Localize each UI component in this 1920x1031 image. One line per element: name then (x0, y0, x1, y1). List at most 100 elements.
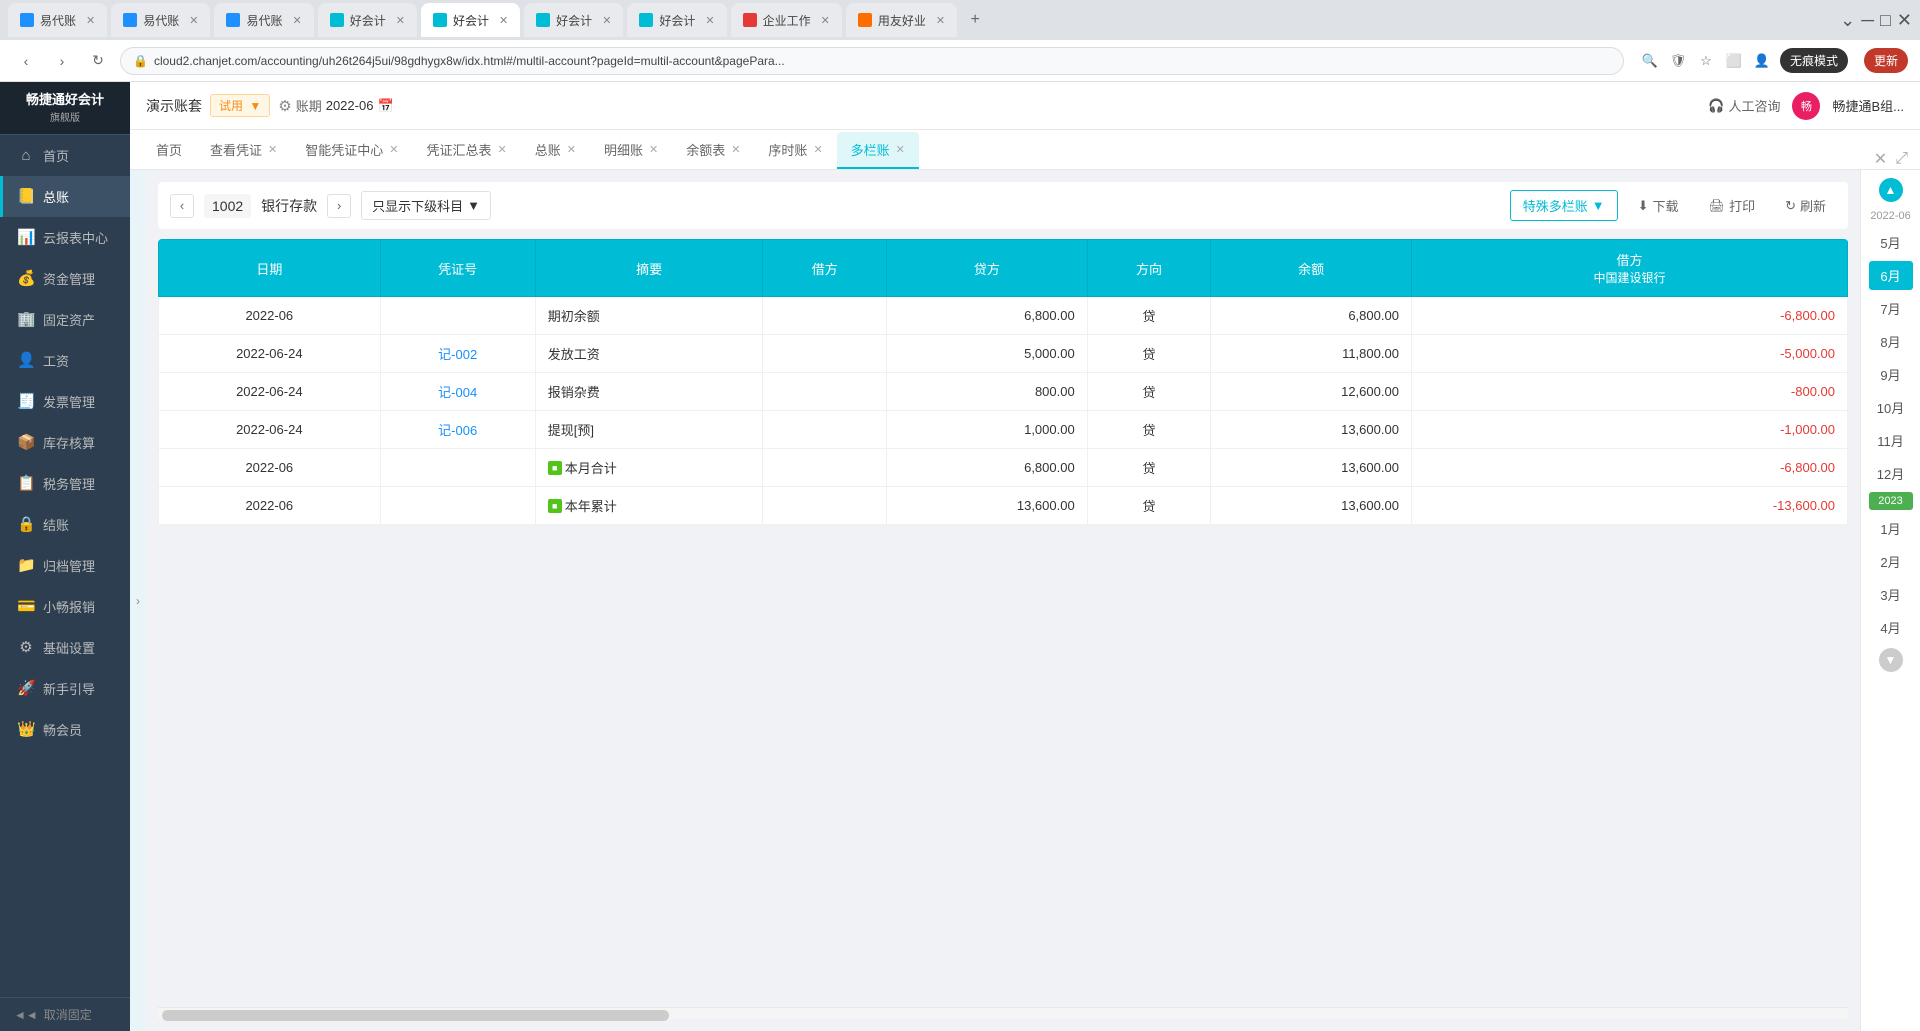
tab-voucher-close[interactable]: ✕ (268, 143, 277, 156)
tab-close-7[interactable]: ✕ (705, 14, 714, 27)
tab-summary-close[interactable]: ✕ (498, 143, 507, 156)
tab-general-close[interactable]: ✕ (567, 143, 576, 156)
sidebar-item-reports[interactable]: 📊 云报表中心 (0, 217, 130, 258)
sidebar-item-assets[interactable]: 🏢 固定资产 (0, 299, 130, 340)
month-feb-2023[interactable]: 2月 (1869, 547, 1913, 576)
month-july[interactable]: 7月 (1869, 294, 1913, 323)
month-august[interactable]: 8月 (1869, 327, 1913, 356)
browser-tab-2[interactable]: 易代账 ✕ (111, 3, 210, 37)
sidebar-item-ledger[interactable]: 📒 总账 (0, 176, 130, 217)
refresh-button[interactable]: ↻ 刷新 (1775, 191, 1836, 220)
shield-icon[interactable]: 🛡 (1668, 51, 1688, 71)
browser-tab-6[interactable]: 好会计 ✕ (524, 3, 623, 37)
sidebar-item-inventory[interactable]: 📦 库存核算 (0, 422, 130, 463)
search-icon[interactable]: 🔍 (1640, 51, 1660, 71)
tab-balance-close[interactable]: ✕ (731, 143, 740, 156)
tab-detail[interactable]: 明细账 ✕ (590, 132, 672, 169)
month-october[interactable]: 10月 (1869, 393, 1913, 422)
maximize-button[interactable]: □ (1880, 10, 1891, 31)
tab-close-9[interactable]: ✕ (936, 14, 945, 27)
collapse-tabs-icon[interactable]: ✕ (1874, 149, 1887, 169)
tab-voucher[interactable]: 查看凭证 ✕ (196, 132, 291, 169)
minimize-button[interactable]: ─ (1861, 10, 1874, 31)
tab-summary[interactable]: 凭证汇总表 ✕ (412, 132, 520, 169)
unpin-button[interactable]: ◄◄ 取消固定 (0, 997, 130, 1031)
calendar-down-button[interactable]: ▼ (1879, 648, 1903, 672)
tab-journal[interactable]: 序时账 ✕ (754, 132, 836, 169)
tab-home[interactable]: 首页 (142, 132, 196, 169)
cell-voucher[interactable]: 记-004 (380, 373, 535, 411)
star-icon[interactable]: ☆ (1696, 51, 1716, 71)
tab-close-1[interactable]: ✕ (86, 14, 95, 27)
tab-list-button[interactable]: ⌄ (1840, 10, 1855, 31)
month-jan-2023[interactable]: 1月 (1869, 514, 1913, 543)
month-apr-2023[interactable]: 4月 (1869, 613, 1913, 642)
sidebar-item-tax[interactable]: 📋 税务管理 (0, 463, 130, 504)
scrollbar-thumb[interactable] (162, 1010, 669, 1021)
gear-icon[interactable]: ⚙ (278, 97, 291, 115)
sidebar-item-salary[interactable]: 👤 工资 (0, 340, 130, 381)
consulting-button[interactable]: 🎧 人工咨询 (1708, 96, 1780, 115)
special-multicol-button[interactable]: 特殊多栏账 ▼ (1510, 190, 1618, 221)
tab-detail-close[interactable]: ✕ (649, 143, 658, 156)
sidebar-item-home[interactable]: ⌂ 首页 (0, 135, 130, 176)
sidebar-item-settings[interactable]: ⚙ 基础设置 (0, 627, 130, 668)
calendar-icon[interactable]: 📅 (377, 98, 393, 114)
subject-code[interactable]: 1002 (204, 194, 251, 218)
tab-balance[interactable]: 余额表 ✕ (672, 132, 754, 169)
browser-tab-4[interactable]: 好会计 ✕ (318, 3, 417, 37)
sidebar-item-invoice[interactable]: 🧾 发票管理 (0, 381, 130, 422)
sidebar-item-guide[interactable]: 🚀 新手引导 (0, 668, 130, 709)
sidebar-item-expense[interactable]: 💳 小畅报销 (0, 586, 130, 627)
cell-voucher[interactable]: 记-006 (380, 411, 535, 449)
month-june[interactable]: 6月 (1869, 261, 1913, 290)
browser-tab-3[interactable]: 易代账 ✕ (214, 3, 313, 37)
tab-close-4[interactable]: ✕ (396, 14, 405, 27)
browser-tab-7[interactable]: 好会计 ✕ (627, 3, 726, 37)
cell-voucher[interactable]: 记-002 (380, 335, 535, 373)
month-september[interactable]: 9月 (1869, 360, 1913, 389)
print-button[interactable]: 🖨 打印 (1699, 191, 1766, 220)
tab-close-6[interactable]: ✕ (602, 14, 611, 27)
tab-smart-close[interactable]: ✕ (389, 143, 398, 156)
dropdown-icon[interactable]: ▼ (249, 99, 261, 113)
new-tab-button[interactable]: + (961, 6, 989, 34)
user-avatar[interactable]: 畅 (1792, 92, 1820, 120)
tab-close-8[interactable]: ✕ (821, 14, 830, 27)
collapse-sidebar-btn[interactable]: › (130, 170, 146, 1031)
close-window-button[interactable]: ✕ (1897, 10, 1912, 31)
tab-multicol[interactable]: 多栏账 ✕ (837, 132, 919, 169)
tab-close-2[interactable]: ✕ (189, 14, 198, 27)
browser-tab-9[interactable]: 用友好业 ✕ (846, 3, 957, 37)
split-icon[interactable]: ⬜ (1724, 51, 1744, 71)
tab-journal-close[interactable]: ✕ (813, 143, 822, 156)
download-button[interactable]: ⬇ 下载 (1628, 191, 1689, 220)
sidebar-item-funds[interactable]: 💰 资金管理 (0, 258, 130, 299)
user-icon[interactable]: 👤 (1752, 51, 1772, 71)
expand-tabs-icon[interactable]: ⤢ (1895, 150, 1908, 168)
browser-tab-5[interactable]: 好会计 ✕ (421, 3, 520, 37)
sidebar-item-archive[interactable]: 📁 归档管理 (0, 545, 130, 586)
filter-dropdown[interactable]: 只显示下级科目 ▼ (361, 191, 491, 220)
horizontal-scrollbar[interactable] (158, 1007, 1848, 1019)
tab-close-3[interactable]: ✕ (292, 14, 301, 27)
month-mar-2023[interactable]: 3月 (1869, 580, 1913, 609)
reload-button[interactable]: ↻ (84, 47, 112, 75)
prev-subject-button[interactable]: ‹ (170, 194, 194, 218)
sidebar-item-close[interactable]: 🔒 结账 (0, 504, 130, 545)
sidebar-item-member[interactable]: 👑 畅会员 (0, 709, 130, 750)
browser-tab-8[interactable]: 企业工作 ✕ (731, 3, 842, 37)
month-november[interactable]: 11月 (1869, 426, 1913, 455)
tab-general[interactable]: 总账 ✕ (521, 132, 590, 169)
tab-smart[interactable]: 智能凭证中心 ✕ (291, 132, 412, 169)
tab-multicol-close[interactable]: ✕ (896, 143, 905, 156)
calendar-up-button[interactable]: ▲ (1879, 178, 1903, 202)
month-may[interactable]: 5月 (1869, 228, 1913, 257)
tab-close-5[interactable]: ✕ (499, 14, 508, 27)
month-december[interactable]: 12月 (1869, 459, 1913, 488)
update-button[interactable]: 更新 (1864, 48, 1908, 73)
back-button[interactable]: ‹ (12, 47, 40, 75)
forward-button[interactable]: › (48, 47, 76, 75)
browser-tab-1[interactable]: 易代账 ✕ (8, 3, 107, 37)
no-trace-button[interactable]: 无痕模式 (1780, 48, 1848, 73)
